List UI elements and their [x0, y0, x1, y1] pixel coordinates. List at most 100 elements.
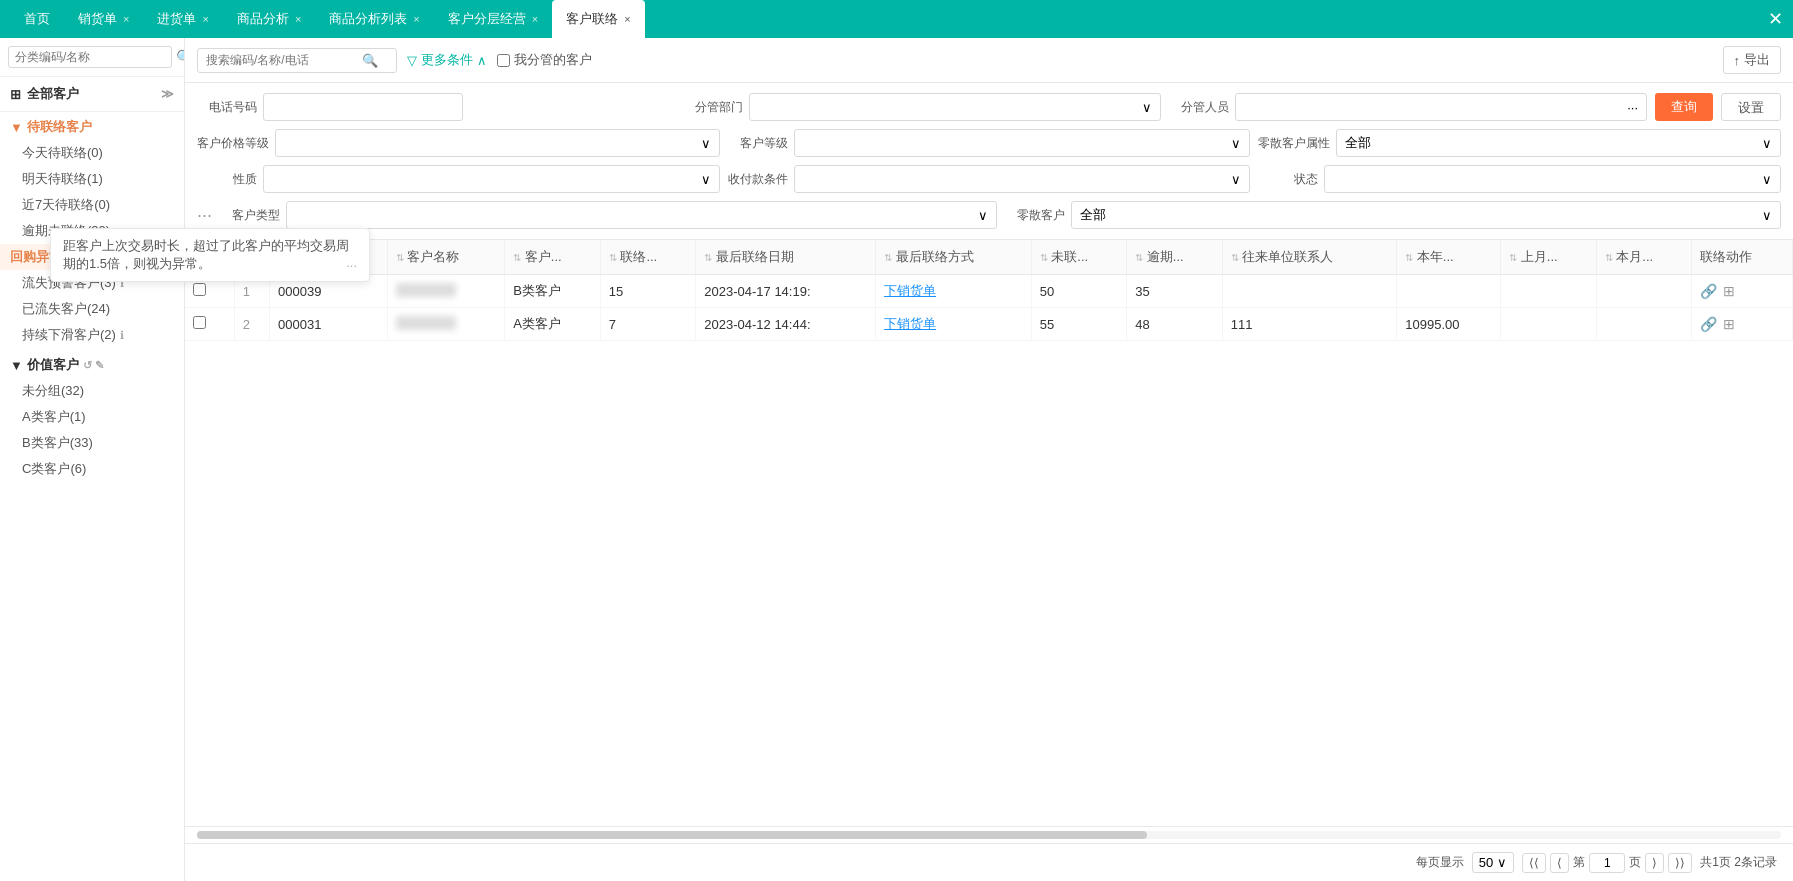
customer-level-select[interactable]: ∨: [794, 129, 1251, 157]
page-size-select[interactable]: 50 ∨: [1472, 852, 1514, 873]
last-page-button[interactable]: ⟩⟩: [1668, 853, 1692, 873]
scrollbar-track[interactable]: [197, 831, 1781, 839]
row1-this-year: [1397, 275, 1501, 308]
nav-item-analysis-list[interactable]: 商品分析列表 ×: [315, 0, 433, 38]
price-level-select[interactable]: ∨: [275, 129, 720, 157]
nav-item-customer-tier[interactable]: 客户分层经营 ×: [434, 0, 552, 38]
filter-row-3: 性质 ∨ 收付款条件 ∨ 状态: [197, 165, 1781, 193]
info-icon[interactable]: ℹ: [120, 329, 124, 342]
window-close-button[interactable]: ✕: [1768, 8, 1783, 30]
more-conditions-button[interactable]: ▽ 更多条件 ∧: [407, 51, 487, 69]
row2-name: [387, 308, 505, 341]
collapse-icon[interactable]: ≫: [161, 87, 174, 101]
sidebar-item-today[interactable]: 今天待联络(0): [0, 140, 184, 166]
tooltip-close[interactable]: ...: [346, 255, 357, 270]
gender-select[interactable]: ∨: [263, 165, 720, 193]
sidebar-item-ungrouped[interactable]: 未分组(32): [0, 378, 184, 404]
sort-icon[interactable]: ⇅: [1231, 252, 1239, 263]
customer-type-select[interactable]: ∨: [286, 201, 997, 229]
row2-contact-count: 7: [600, 308, 696, 341]
sort-icon[interactable]: ⇅: [1405, 252, 1413, 263]
row1-last-date: 2023-04-17 14:19:: [696, 275, 876, 308]
sidebar-all-customers[interactable]: ⊞ 全部客户 ≫: [0, 77, 184, 112]
table-area: ⚙ # ⇅ 客户编码 ⇅ 客户名称 ⇅: [185, 240, 1793, 826]
filter-icon: ▽: [407, 53, 417, 68]
dept-select[interactable]: ∨: [749, 93, 1161, 121]
row2-link-icon[interactable]: 🔗: [1700, 316, 1717, 332]
sidebar-item-tomorrow[interactable]: 明天待联络(1): [0, 166, 184, 192]
sidebar-item-7days[interactable]: 近7天待联络(0): [0, 192, 184, 218]
row2-code: 000031: [269, 308, 387, 341]
sort-icon[interactable]: ⇅: [1040, 252, 1048, 263]
sidebar-value-title[interactable]: ▼ 价值客户 ↺ ✎: [0, 352, 184, 378]
col-contact-count: ⇅ 联络...: [600, 240, 696, 275]
nav-item-customer-contact[interactable]: 客户联络 ×: [552, 0, 644, 38]
refresh-icon[interactable]: ↺: [83, 359, 92, 372]
first-page-button[interactable]: ⟨⟨: [1522, 853, 1546, 873]
export-button[interactable]: ↑ 导出: [1723, 46, 1782, 74]
row1-checkbox[interactable]: [193, 283, 206, 296]
page-input[interactable]: [1589, 853, 1625, 873]
grid-icon: ⊞: [10, 87, 21, 102]
row2-checkbox[interactable]: [193, 316, 206, 329]
row2-method-link[interactable]: 下销货单: [884, 316, 936, 331]
sort-icon[interactable]: ⇅: [1605, 252, 1613, 263]
sort-icon[interactable]: ⇅: [704, 252, 712, 263]
row1-last-method: 下销货单: [876, 275, 1032, 308]
nav-item-sales[interactable]: 销货单 ×: [64, 0, 143, 38]
col-this-month: ⇅ 本月...: [1596, 240, 1692, 275]
sort-icon[interactable]: ⇅: [513, 252, 521, 263]
payment-select[interactable]: ∨: [794, 165, 1251, 193]
sidebar-item-declining[interactable]: 持续下滑客户(2) ℹ: [0, 322, 184, 348]
table-row: 2 000031 A类客户 7 2023-04-12 14:44: 下销货单 5…: [185, 308, 1793, 341]
close-icon[interactable]: ×: [202, 13, 208, 25]
row1-grid-icon[interactable]: ⊞: [1723, 283, 1735, 299]
row1-link-icon[interactable]: 🔗: [1700, 283, 1717, 299]
my-customers-checkbox[interactable]: 我分管的客户: [497, 51, 592, 69]
my-customers-check[interactable]: [497, 54, 510, 67]
row1-type: B类客户: [505, 275, 601, 308]
close-icon[interactable]: ×: [413, 13, 419, 25]
sort-icon[interactable]: ⇅: [396, 252, 404, 263]
more-icon[interactable]: ···: [197, 205, 212, 226]
sort-icon[interactable]: ⇅: [1135, 252, 1143, 263]
dept-field: 分管部门 ∨: [683, 93, 1161, 121]
next-page-button[interactable]: ⟩: [1645, 853, 1664, 873]
settings-button[interactable]: 设置: [1721, 93, 1781, 121]
status-select[interactable]: ∨: [1324, 165, 1781, 193]
close-icon[interactable]: ×: [295, 13, 301, 25]
search-icon[interactable]: 🔍: [362, 53, 378, 68]
nav-item-home[interactable]: 首页: [10, 0, 64, 38]
manager-select[interactable]: ···: [1235, 93, 1647, 121]
chevron-down-icon: ∨: [1762, 136, 1772, 151]
search-icon[interactable]: 🔍: [176, 49, 185, 65]
sidebar-item-a-class[interactable]: A类客户(1): [0, 404, 184, 430]
retail-customer-select[interactable]: 全部 ∨: [1071, 201, 1782, 229]
horizontal-scrollbar[interactable]: [185, 826, 1793, 843]
prev-page-button[interactable]: ⟨: [1550, 853, 1569, 873]
row2-grid-icon[interactable]: ⊞: [1723, 316, 1735, 332]
close-icon[interactable]: ×: [532, 13, 538, 25]
nav-item-purchase[interactable]: 进货单 ×: [143, 0, 222, 38]
edit-icon[interactable]: ✎: [95, 359, 104, 372]
sort-icon[interactable]: ⇅: [609, 252, 617, 263]
close-icon[interactable]: ×: [624, 13, 630, 25]
sort-icon[interactable]: ⇅: [1509, 252, 1517, 263]
page-nav: ⟨⟨ ⟨ 第 页 ⟩ ⟩⟩: [1522, 853, 1692, 873]
scrollbar-thumb[interactable]: [197, 831, 1147, 839]
nav-item-analysis[interactable]: 商品分析 ×: [223, 0, 315, 38]
close-icon[interactable]: ×: [123, 13, 129, 25]
sidebar-pending-title[interactable]: ▼ 待联络客户: [0, 112, 184, 140]
chevron-down-icon: ∨: [1497, 855, 1507, 870]
sidebar-item-lost[interactable]: 已流失客户(24): [0, 296, 184, 322]
row1-method-link[interactable]: 下销货单: [884, 283, 936, 298]
retail-attr-select[interactable]: 全部 ∨: [1336, 129, 1781, 157]
filter-search-input[interactable]: [206, 53, 356, 67]
sidebar-item-b-class[interactable]: B类客户(33): [0, 430, 184, 456]
row2-overdue: 48: [1127, 308, 1223, 341]
sidebar-item-c-class[interactable]: C类客户(6): [0, 456, 184, 482]
sidebar-search-input[interactable]: [8, 46, 172, 68]
sort-icon[interactable]: ⇅: [884, 252, 892, 263]
phone-input[interactable]: [263, 93, 463, 121]
query-button[interactable]: 查询: [1655, 93, 1713, 121]
